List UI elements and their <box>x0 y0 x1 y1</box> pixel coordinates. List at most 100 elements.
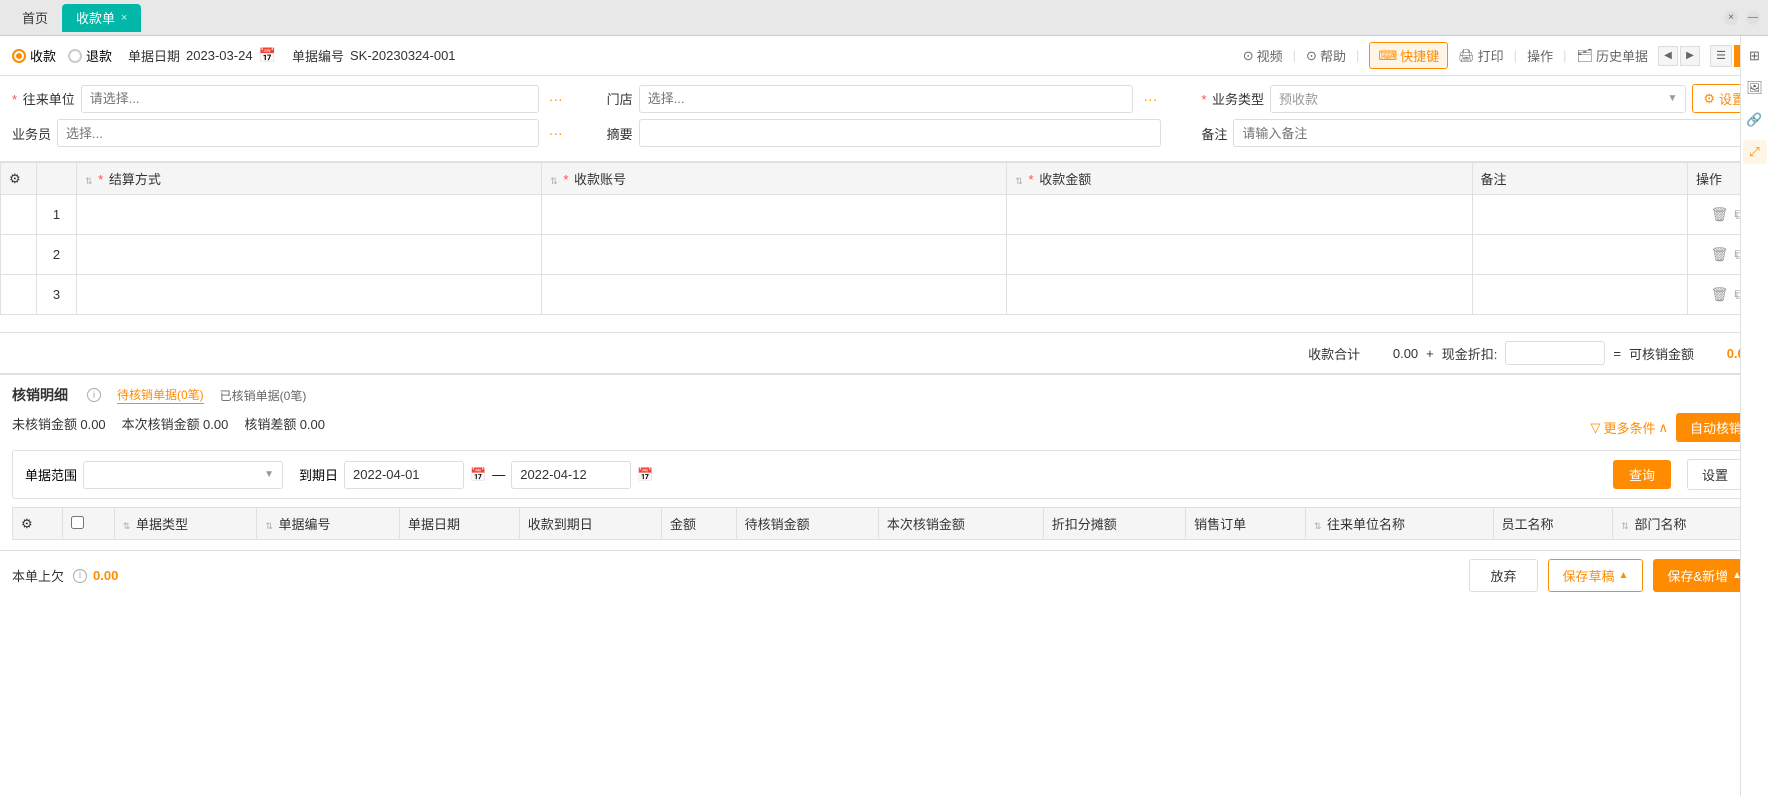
sep1: | <box>1293 48 1296 63</box>
window-minimize-btn[interactable]: — <box>1746 11 1760 25</box>
row3-amount[interactable] <box>1007 275 1472 315</box>
date-from-input[interactable] <box>344 461 464 489</box>
row3-account[interactable] <box>542 275 1007 315</box>
pending-tab[interactable]: 待核销单据(0笔) <box>117 386 204 404</box>
tab-bar: 首页 收款单 × × — <box>0 0 1768 36</box>
store-more-btn[interactable]: ··· <box>1139 91 1161 107</box>
business-type-select[interactable]: 预收款 ▼ <box>1270 85 1686 113</box>
table-row: 1 🗑 ⧉ <box>1 195 1768 235</box>
tab-home[interactable]: 首页 <box>8 4 62 32</box>
tab-close-icon[interactable]: × <box>121 12 127 24</box>
counterpart-more-btn[interactable]: ··· <box>545 91 567 107</box>
history-link[interactable]: 🗂 历史单据 <box>1576 46 1648 65</box>
row2-settlement[interactable] <box>77 235 542 275</box>
bt-col-gear[interactable]: ⚙ <box>13 508 63 540</box>
col-remark-header: 备注 <box>1472 163 1687 195</box>
row2-amount[interactable] <box>1007 235 1472 275</box>
store-input[interactable] <box>639 85 1134 113</box>
counterpart-input[interactable] <box>81 85 539 113</box>
sort-icon-account[interactable]: ⇅ <box>550 176 558 186</box>
sidebar-link-icon[interactable]: 🔗 <box>1743 108 1767 132</box>
sort-icon-counterpart[interactable]: ⇅ <box>1314 521 1322 531</box>
operate-link[interactable]: 操作 <box>1527 46 1553 65</box>
calendar-from-icon[interactable]: 📅 <box>470 467 486 483</box>
payment-type-group: 收款 退款 <box>12 46 112 65</box>
col-account-header: ⇅ * 收款账号 <box>542 163 1007 195</box>
radio-collection[interactable]: 收款 <box>12 46 56 65</box>
sort-icon-num[interactable]: ⇅ <box>265 521 273 531</box>
row3-settlement[interactable] <box>77 275 542 315</box>
sidebar-expand-icon[interactable]: ⤢ <box>1743 140 1767 164</box>
sort-icon-dept[interactable]: ⇅ <box>1621 521 1629 531</box>
summary-input[interactable] <box>639 119 1162 147</box>
form-row-2: 业务员 ··· 摘要 备注 <box>12 119 1756 147</box>
prev-label: 本单上欠 <box>12 566 64 585</box>
filter-icon: ▽ <box>1590 420 1600 436</box>
shortcut-link[interactable]: ⌨ 快捷键 <box>1369 42 1448 69</box>
bt-col-num: ⇅ 单据编号 <box>257 508 400 540</box>
abandon-btn[interactable]: 放弃 <box>1469 559 1537 592</box>
window-close-btn[interactable]: × <box>1724 11 1738 25</box>
filter-row: 单据范围 ▼ 到期日 📅 — 📅 查询 设置 <box>12 450 1756 499</box>
counterpart-required: * <box>12 92 17 107</box>
row1-amount[interactable] <box>1007 195 1472 235</box>
nav-prev[interactable]: ◀ <box>1658 46 1678 66</box>
video-link[interactable]: ⊙ 视频 <box>1243 46 1283 65</box>
delete-icon[interactable]: 🗑 <box>1711 246 1729 263</box>
staff-label: 业务员 <box>12 124 51 143</box>
bt-col-checkbox[interactable] <box>62 508 114 540</box>
counterpart-label: * 往来单位 <box>12 89 75 108</box>
range-label: 单据范围 <box>25 465 77 484</box>
delete-icon[interactable]: 🗑 <box>1711 286 1729 303</box>
view-list[interactable]: ☰ <box>1710 45 1732 67</box>
tab-receipt[interactable]: 收款单 × <box>62 4 141 32</box>
row1-account[interactable] <box>542 195 1007 235</box>
print-link[interactable]: 🖨 打印 <box>1458 46 1504 65</box>
calendar-icon[interactable]: 📅 <box>259 47 276 64</box>
more-conditions-btn[interactable]: ▽ 更多条件 ∧ <box>1590 418 1668 437</box>
sort-icon-type[interactable]: ⇅ <box>123 521 131 531</box>
bt-col-cancel: 本次核销金额 <box>878 508 1043 540</box>
sidebar-image-icon[interactable]: 🖼 <box>1743 76 1767 100</box>
select-all-checkbox[interactable] <box>71 516 84 529</box>
note-input[interactable] <box>1233 119 1756 147</box>
radio-refund-label: 退款 <box>86 46 112 65</box>
number-label: 单据编号 <box>292 46 344 65</box>
print-icon: 🖨 <box>1458 48 1475 64</box>
nav-next[interactable]: ▶ <box>1680 46 1700 66</box>
save-draft-btn[interactable]: 保存草稿 ▲ <box>1548 559 1644 592</box>
prev-info-icon[interactable]: i <box>73 569 87 583</box>
delete-icon[interactable]: 🗑 <box>1711 206 1729 223</box>
sort-icon-settlement[interactable]: ⇅ <box>85 176 93 186</box>
top-toolbar: 收款 退款 单据日期 2023-03-24 📅 单据编号 SK-20230324… <box>0 36 1768 76</box>
staff-input[interactable] <box>57 119 539 147</box>
completed-tab[interactable]: 已核销单据(0笔) <box>220 387 307 404</box>
bottom-left: 本单上欠 i 0.00 <box>12 566 118 585</box>
help-link[interactable]: ⊙ 帮助 <box>1306 46 1346 65</box>
row2-account[interactable] <box>542 235 1007 275</box>
col-gear-header[interactable]: ⚙ <box>1 163 37 195</box>
calendar-to-icon[interactable]: 📅 <box>637 467 653 483</box>
date-to-input[interactable] <box>511 461 631 489</box>
row2-num: 2 <box>37 235 77 275</box>
range-select[interactable]: ▼ <box>83 461 283 489</box>
store-label: 门店 <box>607 89 633 108</box>
reconcile-settings-btn[interactable]: 设置 <box>1687 459 1743 490</box>
sort-icon-amount[interactable]: ⇅ <box>1015 176 1023 186</box>
radio-refund[interactable]: 退款 <box>68 46 112 65</box>
range-chevron-icon: ▼ <box>264 469 274 480</box>
row1-settlement[interactable] <box>77 195 542 235</box>
reconcile-info-icon[interactable]: i <box>87 388 101 402</box>
sidebar-table-icon[interactable]: ⊞ <box>1743 44 1767 68</box>
staff-more-btn[interactable]: ··· <box>545 125 567 141</box>
row2-gear <box>1 235 37 275</box>
discount-input[interactable] <box>1505 341 1605 365</box>
query-btn[interactable]: 查询 <box>1613 460 1671 489</box>
chevron-up-icon: ∧ <box>1658 420 1668 436</box>
row1-remark[interactable] <box>1472 195 1687 235</box>
row2-remark[interactable] <box>1472 235 1687 275</box>
row3-remark[interactable] <box>1472 275 1687 315</box>
bt-col-sales: 销售订单 <box>1186 508 1306 540</box>
sep4: | <box>1563 48 1566 63</box>
bottom-table-container: ⚙ ⇅ 单据类型 ⇅ 单据编号 单据日期 收款到期日 金额 待 <box>12 507 1756 540</box>
